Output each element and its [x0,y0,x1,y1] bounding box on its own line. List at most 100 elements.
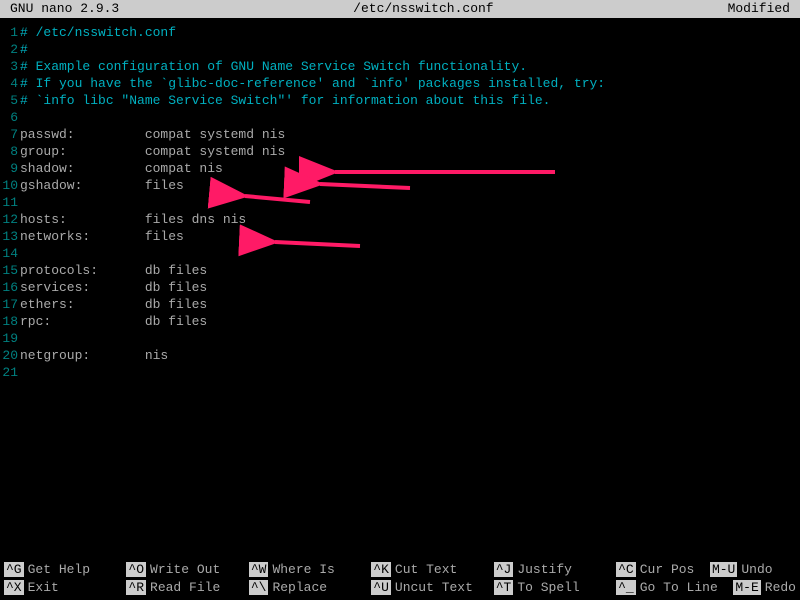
shortcut-key: ^U [371,580,391,595]
editor-line[interactable]: 13networks: files [0,228,800,245]
shortcut-label: Exit [28,580,59,595]
line-content[interactable]: networks: files [20,228,800,245]
shortcut-label: Write Out [150,562,220,577]
shortcut-key: ^X [4,580,24,595]
shortcut-label: Read File [150,580,220,595]
shortcut-item: ^WWhere Is [249,560,371,578]
shortcut-label: Justify [517,562,572,577]
shortcut-label: Go To Line [640,580,718,595]
shortcut-key: ^K [371,562,391,577]
editor-line[interactable]: 9shadow: compat nis [0,160,800,177]
line-number: 3 [0,58,20,75]
modified-status: Modified [728,0,796,18]
shortcut-label: Undo [741,562,772,577]
line-content[interactable]: passwd: compat systemd nis [20,126,800,143]
line-content[interactable]: hosts: files dns nis [20,211,800,228]
line-content[interactable]: # /etc/nsswitch.conf [20,24,800,41]
editor-line[interactable]: 14 [0,245,800,262]
line-number: 6 [0,109,20,126]
editor-line[interactable]: 5# `info libc "Name Service Switch"' for… [0,92,800,109]
shortcut-key: ^C [616,562,636,577]
editor-line[interactable]: 3# Example configuration of GNU Name Ser… [0,58,800,75]
shortcut-item: ^X Exit [4,578,126,596]
shortcut-item: ^_ Go To Line M-E Redo [616,578,796,596]
shortcut-item: ^GGet Help [4,560,126,578]
line-number: 13 [0,228,20,245]
line-number: 17 [0,296,20,313]
shortcut-label: To Spell [517,580,579,595]
editor-line[interactable]: 16services: db files [0,279,800,296]
shortcut-label: Redo [765,580,796,595]
shortcut-key: ^G [4,562,24,577]
line-content[interactable]: shadow: compat nis [20,160,800,177]
line-content[interactable] [20,364,800,381]
line-number: 11 [0,194,20,211]
editor-line[interactable]: 10gshadow: files [0,177,800,194]
line-number: 12 [0,211,20,228]
editor-line[interactable]: 8group: compat systemd nis [0,143,800,160]
line-content[interactable] [20,245,800,262]
line-number: 21 [0,364,20,381]
shortcut-label: Cur Pos [640,562,695,577]
line-content[interactable]: protocols: db files [20,262,800,279]
line-content[interactable]: gshadow: files [20,177,800,194]
shortcut-key: ^R [126,580,146,595]
editor-area[interactable]: 1# /etc/nsswitch.conf2#3# Example config… [0,20,800,560]
shortcut-label: Uncut Text [395,580,473,595]
editor-line[interactable]: 18rpc: db files [0,313,800,330]
shortcut-item: ^KCut Text [371,560,493,578]
editor-line[interactable]: 4# If you have the `glibc-doc-reference'… [0,75,800,92]
shortcut-key: ^O [126,562,146,577]
shortcut-item: ^C Cur Pos M-U Undo [616,560,796,578]
shortcut-item: ^JJustify [494,560,616,578]
line-number: 18 [0,313,20,330]
editor-line[interactable]: 2# [0,41,800,58]
line-number: 16 [0,279,20,296]
editor-line[interactable]: 20netgroup: nis [0,347,800,364]
line-number: 20 [0,347,20,364]
editor-line[interactable]: 7passwd: compat systemd nis [0,126,800,143]
shortcut-key: M-E [733,580,760,595]
line-content[interactable]: services: db files [20,279,800,296]
line-number: 2 [0,41,20,58]
shortcut-item: ^\Replace [249,578,371,596]
shortcut-label: Where Is [272,562,334,577]
line-content[interactable]: # [20,41,800,58]
line-content[interactable]: rpc: db files [20,313,800,330]
line-number: 5 [0,92,20,109]
line-content[interactable]: group: compat systemd nis [20,143,800,160]
editor-line[interactable]: 1# /etc/nsswitch.conf [0,24,800,41]
shortcut-item: ^O Write Out [126,560,248,578]
shortcut-key: ^T [494,580,514,595]
shortcut-bar: ^GGet Help^O Write Out ^WWhere Is^KCut Tex… [4,560,796,596]
shortcut-key: M-U [710,562,737,577]
file-path: /etc/nsswitch.conf [119,0,727,18]
line-content[interactable]: netgroup: nis [20,347,800,364]
line-content[interactable]: # Example configuration of GNU Name Serv… [20,58,800,75]
line-content[interactable]: # `info libc "Name Service Switch"' for … [20,92,800,109]
shortcut-item: ^TTo Spell [494,578,616,596]
line-number: 15 [0,262,20,279]
editor-line[interactable]: 11 [0,194,800,211]
line-content[interactable] [20,330,800,347]
shortcut-key: ^\ [249,580,269,595]
editor-line[interactable]: 19 [0,330,800,347]
title-bar: GNU nano 2.9.3 /etc/nsswitch.conf Modifi… [0,0,800,18]
shortcut-key: ^J [494,562,514,577]
line-content[interactable] [20,109,800,126]
line-number: 8 [0,143,20,160]
line-number: 4 [0,75,20,92]
line-number: 9 [0,160,20,177]
line-content[interactable] [20,194,800,211]
editor-line[interactable]: 17ethers: db files [0,296,800,313]
editor-line[interactable]: 6 [0,109,800,126]
line-content[interactable]: ethers: db files [20,296,800,313]
line-content[interactable]: # If you have the `glibc-doc-reference' … [20,75,800,92]
line-number: 19 [0,330,20,347]
line-number: 14 [0,245,20,262]
editor-line[interactable]: 21 [0,364,800,381]
editor-line[interactable]: 15protocols: db files [0,262,800,279]
shortcut-key: ^_ [616,580,636,595]
editor-line[interactable]: 12hosts: files dns nis [0,211,800,228]
shortcut-item: ^U Uncut Text [371,578,493,596]
